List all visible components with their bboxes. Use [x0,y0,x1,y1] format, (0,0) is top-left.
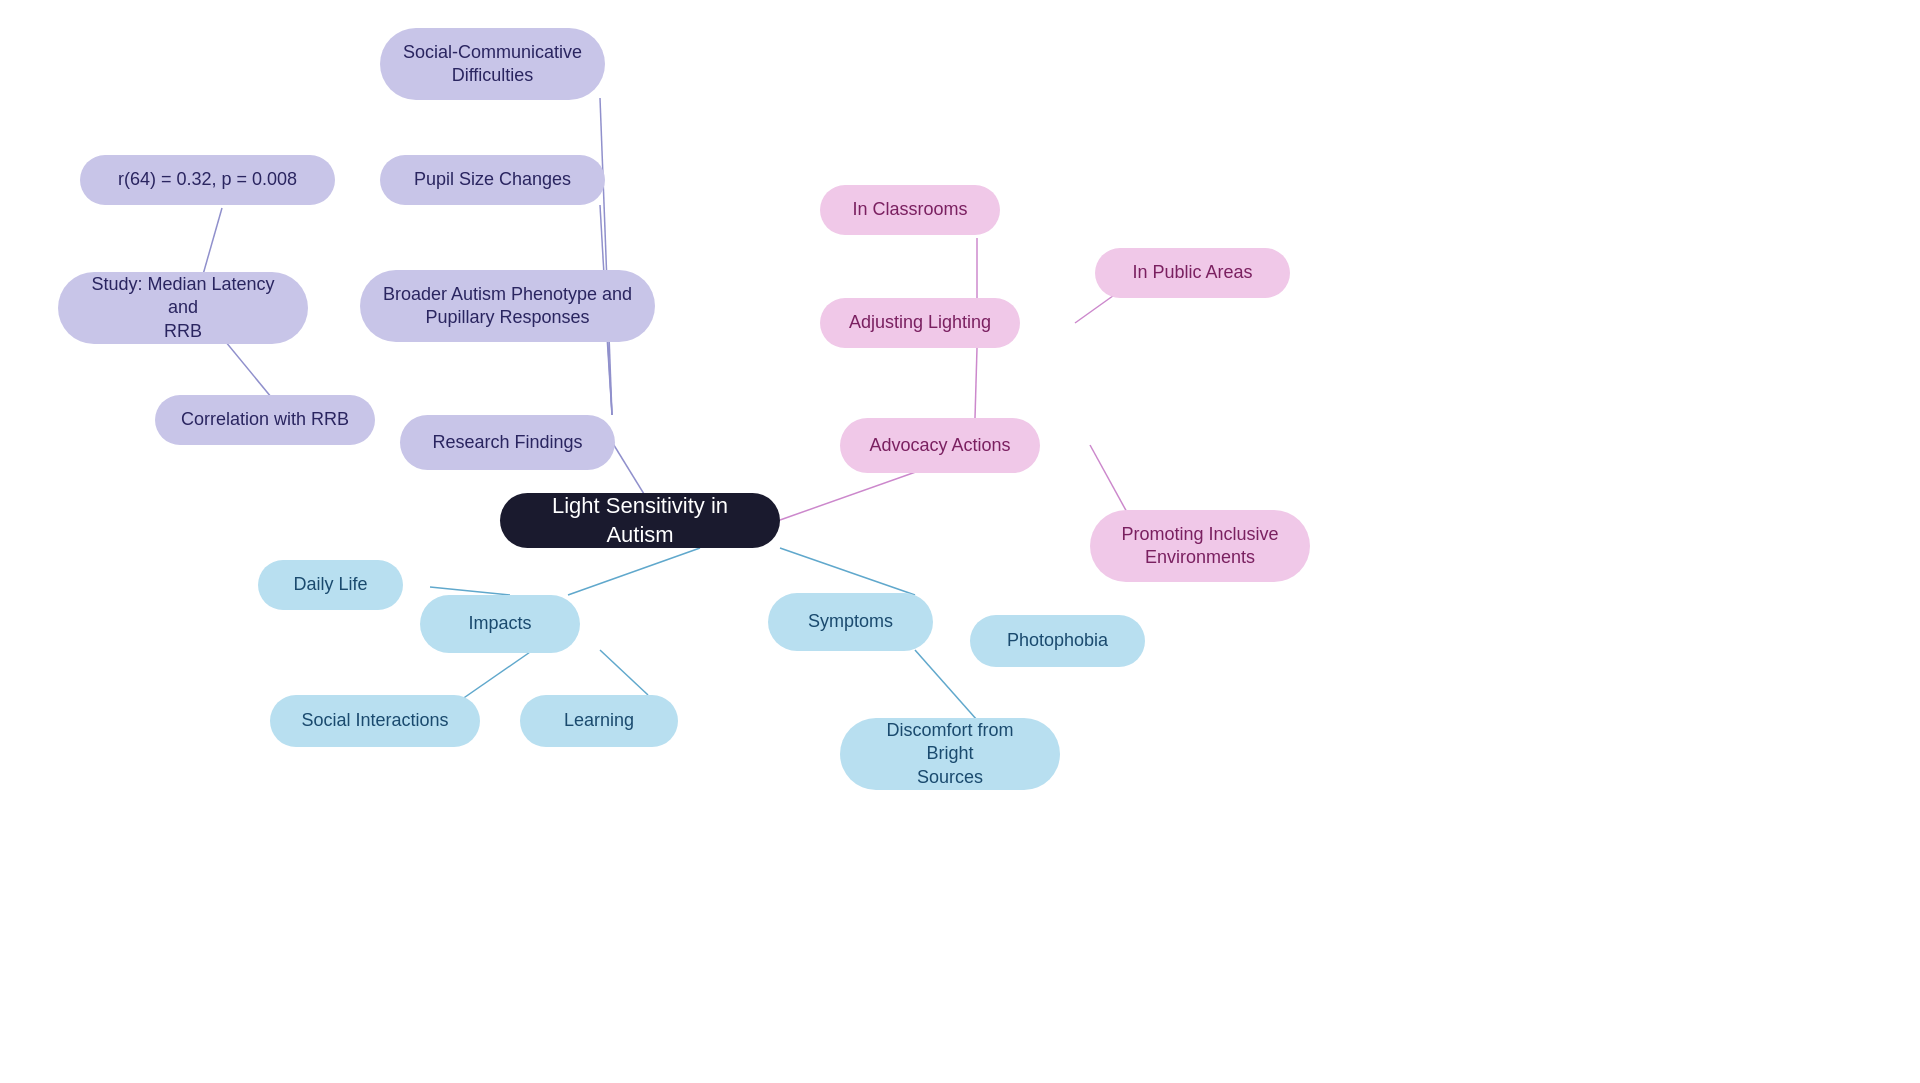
center-node: Light Sensitivity in Autism [500,493,780,548]
node-social-communicative: Social-CommunicativeDifficulties [380,28,605,100]
node-pupil-size: Pupil Size Changes [380,155,605,205]
node-impacts: Impacts [420,595,580,653]
promoting-inclusive-label: Promoting InclusiveEnvironments [1121,523,1278,570]
svg-line-12 [568,548,700,595]
svg-line-1 [600,98,612,415]
svg-line-13 [430,587,510,595]
discomfort-label: Discomfort from BrightSources [862,719,1038,789]
center-label: Light Sensitivity in Autism [522,492,758,549]
research-findings-label: Research Findings [432,431,582,454]
node-discomfort: Discomfort from BrightSources [840,718,1060,790]
node-photophobia: Photophobia [970,615,1145,667]
node-broader-autism: Broader Autism Phenotype andPupillary Re… [360,270,655,342]
adjusting-lighting-label: Adjusting Lighting [849,311,991,334]
node-correlation-rrb: Correlation with RRB [155,395,375,445]
light-sensitivity-autism-label: Light Sensitivity Autism [685,664,869,687]
learning-label: Learning [564,709,634,732]
node-in-classrooms: In Classrooms [820,185,1000,235]
photophobia-label: Photophobia [1007,629,1108,652]
impacts-label: Impacts [468,612,531,635]
social-comm-label: Social-CommunicativeDifficulties [403,41,582,88]
svg-line-6 [202,208,222,278]
svg-line-18 [915,650,977,720]
node-symptoms: Symptoms [768,593,933,651]
social-interactions-label: Social Interactions [301,709,448,732]
svg-line-8 [975,348,977,418]
node-r64: r(64) = 0.32, p = 0.008 [80,155,335,205]
node-learning: Learning [520,695,678,747]
node-social-interactions: Social Interactions [270,695,480,747]
study-median-label: Study: Median Latency andRRB [80,273,286,343]
node-promoting-inclusive: Promoting InclusiveEnvironments [1090,510,1310,582]
node-advocacy-actions: Advocacy Actions [840,418,1040,473]
node-adjusting-lighting: Adjusting Lighting [820,298,1020,348]
symptoms-label: Symptoms [808,610,893,633]
correlation-rrb-label: Correlation with RRB [181,408,349,431]
node-research-findings: Research Findings [400,415,615,470]
broader-autism-label: Broader Autism Phenotype andPupillary Re… [383,283,632,330]
advocacy-actions-label: Advocacy Actions [869,434,1010,457]
svg-line-16 [780,548,915,595]
node-in-public: In Public Areas [1095,248,1290,298]
daily-life-label: Daily Life [293,573,367,596]
in-public-label: In Public Areas [1132,261,1252,284]
node-daily-life: Daily Life [258,560,403,610]
r64-label: r(64) = 0.32, p = 0.008 [118,168,297,191]
pupil-size-label: Pupil Size Changes [414,168,571,191]
svg-line-15 [600,650,648,695]
in-classrooms-label: In Classrooms [852,198,967,221]
node-study-median: Study: Median Latency andRRB [58,272,308,344]
